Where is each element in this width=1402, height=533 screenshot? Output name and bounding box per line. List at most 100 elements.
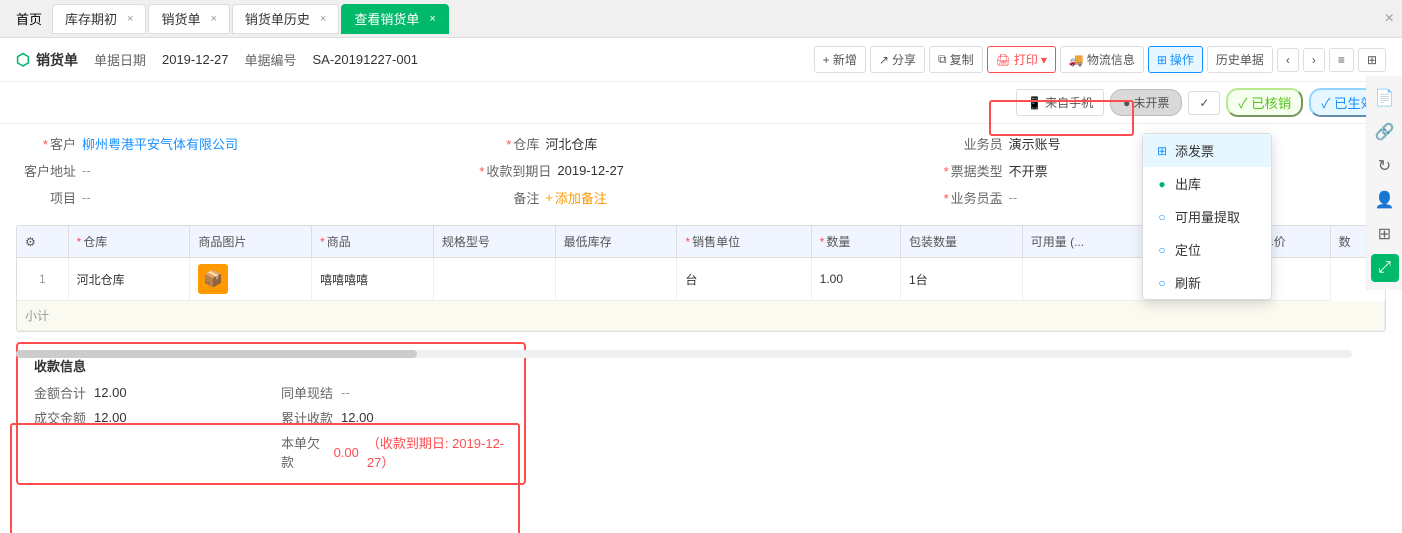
same-order-item: 同单现结 --	[281, 383, 508, 402]
verified-icon: ✓	[1238, 96, 1247, 111]
salesperson-value: 演示账号	[1009, 134, 1061, 153]
warehouse-label: 仓库	[479, 134, 539, 153]
print-button[interactable]: 🖨 打印 ▾	[987, 46, 1056, 73]
verified-button[interactable]: ✓ 已核销	[1226, 88, 1303, 117]
sidebar-icon-3[interactable]: ↻	[1371, 152, 1399, 180]
menu-item-add-invoice[interactable]: ⊞ 添发票	[1143, 134, 1271, 167]
tab-sales[interactable]: 销货单 ×	[148, 4, 229, 34]
radio-icon-3: ○	[1155, 276, 1169, 290]
logistics-label: 物流信息	[1087, 51, 1135, 68]
row-warehouse: 河北仓库	[68, 258, 190, 301]
customer-label: 客户	[16, 134, 76, 153]
logistics-button[interactable]: 🚚 物流信息	[1060, 46, 1144, 73]
row-num: 1	[17, 258, 68, 301]
col-spec: 规格型号	[433, 226, 555, 258]
close-window-button[interactable]: ×	[1385, 10, 1394, 28]
menu-item-refresh[interactable]: ○ 刷新	[1143, 266, 1271, 299]
list-view-button[interactable]: ⊞	[1358, 48, 1386, 72]
subtotal-row: 小计	[17, 301, 1385, 331]
product-image: 📦	[198, 264, 228, 294]
payment-info-box: 收款信息 金额合计 12.00 同单现结 -- 成交金额 12.00 累计收款 …	[16, 342, 526, 485]
menu-item-available[interactable]: ○ 可用量提取	[1143, 200, 1271, 233]
sidebar-icon-5[interactable]: ⊞	[1371, 220, 1399, 248]
same-order-value: --	[341, 385, 350, 400]
row-quantity: 1.00	[811, 258, 900, 301]
doc-header: ⬡ 销货单 单据日期 2019-12-27 单据编号 SA-20191227-0…	[0, 38, 1402, 82]
effective-icon: ✓	[1321, 96, 1330, 111]
add-note-button[interactable]: + 添加备注	[545, 188, 607, 207]
horizontal-scrollbar[interactable]	[16, 350, 1352, 358]
menu-item-locate[interactable]: ○ 定位	[1143, 233, 1271, 266]
col-settings[interactable]: ⚙	[17, 226, 68, 258]
share-button[interactable]: ↗ 分享	[870, 46, 925, 73]
due-date-note: （收款到期日: 2019-12-27）	[367, 433, 508, 471]
tab-inventory-label: 库存期初	[65, 9, 117, 28]
same-order-label: 同单现结	[281, 383, 333, 402]
tab-inventory[interactable]: 库存期初 ×	[52, 4, 146, 34]
tab-sales-history-close[interactable]: ×	[320, 13, 326, 25]
not-open-icon: ●	[1123, 96, 1130, 110]
check-button[interactable]: ✓	[1188, 91, 1220, 115]
not-open-button[interactable]: ● 未开票	[1110, 89, 1182, 116]
radio-icon-2: ○	[1155, 243, 1169, 257]
tab-sales-label: 销货单	[161, 9, 200, 28]
tab-bar: 首页 库存期初 × 销货单 × 销货单历史 × 查看销货单 × ×	[0, 0, 1402, 38]
payment-title: 收款信息	[34, 356, 508, 375]
cumulative-item: 累计收款 12.00	[281, 408, 508, 427]
doc-actions: + 新增 ↗ 分享 ⧉ 复制 🖨 打印 ▾ 🚚 物流信息	[814, 46, 1386, 73]
from-phone-button[interactable]: 📱 来自手机	[1016, 89, 1104, 116]
bill-type-value: 不开票	[1009, 161, 1048, 180]
history-label: 历史单据	[1216, 51, 1264, 68]
row-available	[1022, 258, 1154, 301]
scroll-thumb[interactable]	[16, 350, 417, 358]
plus-icon: +	[545, 190, 553, 205]
add-note-label: 添加备注	[555, 188, 607, 207]
warehouse-value: 河北仓库	[545, 134, 597, 153]
menu-item-outbound[interactable]: ● 出库	[1143, 167, 1271, 200]
new-button[interactable]: + 新增	[814, 46, 866, 73]
col-available: 可用量 (...	[1022, 226, 1154, 258]
next-button[interactable]: ›	[1303, 48, 1325, 72]
logistics-icon: 🚚	[1069, 53, 1084, 67]
customer-value[interactable]: 柳州粤港平安气体有限公司	[82, 134, 238, 153]
bill-type-label: 票据类型	[943, 161, 1003, 180]
tab-view-sales-close[interactable]: ×	[429, 13, 435, 25]
cumulative-label: 累计收款	[281, 408, 333, 427]
note-label: 备注	[479, 188, 539, 207]
note-field: 备注 + 添加备注	[479, 188, 922, 207]
tab-home[interactable]: 首页	[8, 9, 50, 28]
total-amount-value: 12.00	[94, 385, 127, 400]
number-value: SA-20191227-001	[313, 52, 419, 67]
transaction-amount-value: 12.00	[94, 410, 127, 425]
number-label: 单据编号	[244, 50, 296, 69]
tab-sales-history-label: 销货单历史	[245, 9, 310, 28]
row-min-stock	[555, 258, 677, 301]
doc-type-label: 销货单	[36, 50, 78, 70]
sidebar-icon-1[interactable]: 📄	[1371, 84, 1399, 112]
col-package-qty: 包装数量	[900, 226, 1022, 258]
sidebar-icon-expand[interactable]: ⤢	[1371, 254, 1399, 282]
operation-button[interactable]: ⊞ 操作	[1148, 46, 1203, 73]
tab-view-sales[interactable]: 查看销货单 ×	[341, 4, 448, 34]
doc-meta: 单据日期 2019-12-27 单据编号 SA-20191227-001	[94, 50, 418, 69]
grid-view-button[interactable]: ≡	[1329, 48, 1354, 72]
sidebar-icon-4[interactable]: 👤	[1371, 186, 1399, 214]
copy-button[interactable]: ⧉ 复制	[929, 46, 983, 73]
cumulative-value: 12.00	[341, 410, 374, 425]
history-button[interactable]: 历史单据	[1207, 46, 1273, 73]
check-icon: ✓	[1199, 96, 1209, 110]
prev-button[interactable]: ‹	[1277, 48, 1299, 72]
date-label: 单据日期	[94, 50, 146, 69]
tab-view-sales-label: 查看销货单	[354, 9, 419, 28]
tab-inventory-close[interactable]: ×	[127, 13, 133, 25]
not-open-label: 未开票	[1133, 94, 1169, 111]
tab-sales-close[interactable]: ×	[210, 13, 216, 25]
sidebar-icon-2[interactable]: 🔗	[1371, 118, 1399, 146]
row-package-qty: 1台	[900, 258, 1022, 301]
tab-sales-history[interactable]: 销货单历史 ×	[232, 4, 339, 34]
subtotal-label: 小计	[17, 301, 1385, 331]
from-phone-label: 来自手机	[1045, 94, 1093, 111]
address-value: --	[82, 163, 91, 178]
customer-field: 客户 柳州粤港平安气体有限公司	[16, 134, 459, 153]
operation-icon: ⊞	[1157, 53, 1167, 67]
